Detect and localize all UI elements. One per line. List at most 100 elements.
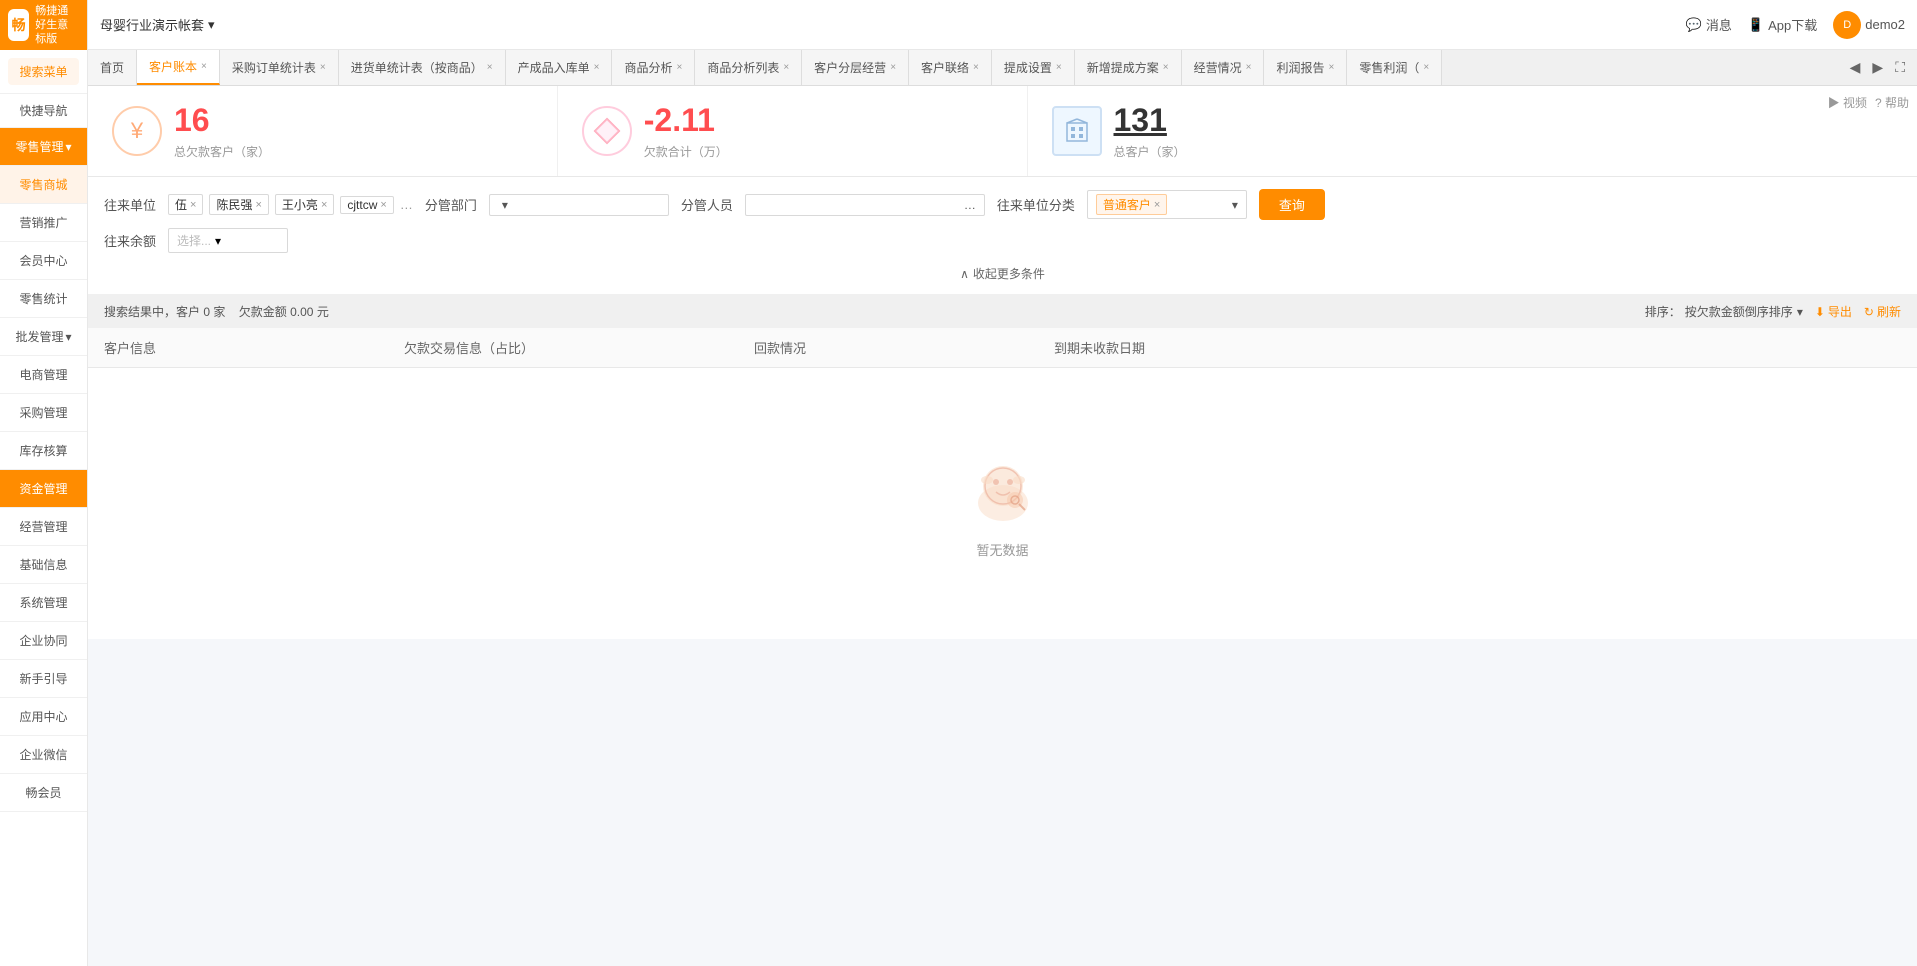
sidebar-item-capital[interactable]: 资金管理 <box>0 470 87 508</box>
account-name: 母婴行业演示帐套 <box>100 15 204 34</box>
tab-boost-settings[interactable]: 提成设置 × <box>992 50 1075 85</box>
message-button[interactable]: 💬 消息 <box>1686 15 1732 34</box>
stat-total-customers: 131 总客户（家） ▶ 视频 ? 帮助 <box>1028 86 1917 176</box>
unit-type-tag-close[interactable]: × <box>1154 199 1160 211</box>
stat-help: ▶ 视频 ? 帮助 <box>1828 94 1909 111</box>
tab-customer-accounts[interactable]: 客户账本 × <box>137 50 220 85</box>
tab-close-customer-seg[interactable]: × <box>890 62 896 73</box>
tab-close-purchase-order[interactable]: × <box>320 62 326 73</box>
export-button[interactable]: ⬇ 导出 <box>1815 303 1852 320</box>
sidebar-item-ecommerce[interactable]: 电商管理 <box>0 356 87 394</box>
unit-type-select[interactable]: 普通客户 × ▾ <box>1087 190 1247 219</box>
tab-customer-contact[interactable]: 客户联络 × <box>909 50 992 85</box>
sidebar-item-member[interactable]: 畅会员 <box>0 774 87 812</box>
tab-operations-status[interactable]: 经营情况 × <box>1182 50 1265 85</box>
refresh-button[interactable]: ↻ 刷新 <box>1864 303 1901 320</box>
sidebar-item-inventory[interactable]: 库存核算 <box>0 432 87 470</box>
chevron-down-icon: ▾ <box>502 198 508 212</box>
question-icon: ? <box>1875 96 1882 110</box>
col-customer-header: 客户信息 <box>104 338 404 357</box>
chevron-down-icon: ▾ <box>1797 305 1803 319</box>
stat-credit-customers: ¥ 16 总欠款客户（家） <box>88 86 558 176</box>
results-actions: 排序： 按欠款金额倒序排序 ▾ ⬇ 导出 ↻ 刷新 <box>1645 303 1901 320</box>
filter-tag-close-4[interactable]: × <box>380 199 386 211</box>
sidebar-item-retail-mall[interactable]: 零售商城 <box>0 166 87 204</box>
search-menu-button[interactable]: 搜索菜单 <box>8 58 79 85</box>
tab-close-new-boost[interactable]: × <box>1163 62 1169 73</box>
tab-scroll-right[interactable]: ▶ <box>1868 57 1887 78</box>
tab-close-profit[interactable]: × <box>1328 62 1334 73</box>
tab-customer-seg[interactable]: 客户分层经营 × <box>802 50 909 85</box>
credit-amount-label: 欠款合计（万） <box>644 143 728 160</box>
content-area: ¥ 16 总欠款客户（家） <box>88 86 1917 966</box>
tab-close-production[interactable]: × <box>594 62 600 73</box>
query-button[interactable]: 查询 <box>1259 189 1325 220</box>
video-help-link[interactable]: ▶ 视频 <box>1828 94 1867 111</box>
tab-close-boost-settings[interactable]: × <box>1056 62 1062 73</box>
tab-close-operations[interactable]: × <box>1246 62 1252 73</box>
tab-close-incoming[interactable]: × <box>487 62 493 73</box>
sidebar-item-member-center[interactable]: 会员中心 <box>0 242 87 280</box>
balance-select[interactable]: 选择... ▾ <box>168 228 288 253</box>
tab-incoming-stats[interactable]: 进货单统计表（按商品） × <box>339 50 506 85</box>
app-download-button[interactable]: 📱 App下载 <box>1748 15 1817 34</box>
filter-tag-3: 王小亮 × <box>275 194 334 215</box>
sidebar-logo: 畅 畅捷通好生意 标版 <box>0 0 87 50</box>
sidebar-item-enterprise-collab[interactable]: 企业协同 <box>0 622 87 660</box>
dept-filter-label: 分管部门 <box>425 195 477 214</box>
sidebar-item-operations[interactable]: 经营管理 <box>0 508 87 546</box>
topbar-right: 💬 消息 📱 App下载 D demo2 <box>1686 11 1905 39</box>
account-selector[interactable]: 母婴行业演示帐套 ▾ <box>100 15 215 34</box>
filter-tag-close-1[interactable]: × <box>190 199 196 211</box>
sidebar-item-marketing[interactable]: 营销推广 <box>0 204 87 242</box>
tab-close-retail-profit[interactable]: × <box>1423 62 1429 73</box>
collapse-button[interactable]: ∧ 收起更多条件 <box>960 265 1045 282</box>
sidebar-item-purchase[interactable]: 采购管理 <box>0 394 87 432</box>
sidebar-item-wholesale-mgmt[interactable]: 批发管理 ▾ <box>0 318 87 356</box>
sidebar-item-new-guide[interactable]: 新手引导 <box>0 660 87 698</box>
user-menu[interactable]: D demo2 <box>1833 11 1905 39</box>
tab-purchase-order-stats[interactable]: 采购订单统计表 × <box>220 50 339 85</box>
filter-tag-close-2[interactable]: × <box>255 199 261 211</box>
quick-nav-button[interactable]: 快捷导航 <box>0 94 87 128</box>
tab-product-analysis-list[interactable]: 商品分析列表 × <box>695 50 802 85</box>
tab-expand[interactable]: ⛶ <box>1891 57 1909 78</box>
logo-icon: 畅 <box>8 9 29 41</box>
sort-select[interactable]: 排序： 按欠款金额倒序排序 ▾ <box>1645 303 1803 320</box>
chevron-down-icon: ▾ <box>208 17 215 33</box>
sidebar-item-app-center[interactable]: 应用中心 <box>0 698 87 736</box>
tab-product-analysis[interactable]: 商品分析 × <box>612 50 695 85</box>
sidebar-item-retail-stats[interactable]: 零售统计 <box>0 280 87 318</box>
tab-close-customer-contact[interactable]: × <box>973 62 979 73</box>
sidebar-item-retail-mgmt[interactable]: 零售管理 ▾ <box>0 128 87 166</box>
help-link[interactable]: ? 帮助 <box>1875 94 1909 111</box>
message-icon: 💬 <box>1686 17 1702 33</box>
dept-select[interactable]: ▾ <box>489 194 669 216</box>
tabbar-actions: ◀ ▶ ⛶ <box>1838 57 1917 78</box>
balance-filter-label: 往来余额 <box>104 231 156 250</box>
tab-close-product-analysis[interactable]: × <box>676 62 682 73</box>
tab-scroll-left[interactable]: ◀ <box>1846 57 1865 78</box>
filter-tag-2: 陈民强 × <box>209 194 268 215</box>
avatar: D <box>1833 11 1861 39</box>
sidebar-search[interactable]: 搜索菜单 <box>0 50 87 94</box>
sidebar-item-system[interactable]: 系统管理 <box>0 584 87 622</box>
table-wrapper: 客户信息 欠款交易信息（占比） 回款情况 到期未收款日期 <box>88 328 1917 639</box>
tab-close-product-analysis-list[interactable]: × <box>783 62 789 73</box>
chevron-up-icon: ∧ <box>960 267 969 281</box>
filter-tag-more[interactable]: … <box>400 197 413 212</box>
sidebar-item-enterprise-wechat[interactable]: 企业微信 <box>0 736 87 774</box>
sidebar-item-basic-info[interactable]: 基础信息 <box>0 546 87 584</box>
tab-production-inbound[interactable]: 产成品入库单 × <box>506 50 613 85</box>
tab-new-boost-plan[interactable]: 新增提成方案 × <box>1075 50 1182 85</box>
filter-tag-close-3[interactable]: × <box>321 199 327 211</box>
chevron-down-icon: ▾ <box>215 234 221 248</box>
no-data-icon <box>963 448 1043 528</box>
person-input[interactable]: … <box>745 194 985 216</box>
tab-home[interactable]: 首页 <box>88 50 137 85</box>
tab-profit-report[interactable]: 利润报告 × <box>1264 50 1347 85</box>
unit-filter-label: 往来单位 <box>104 195 156 214</box>
tab-retail-profit[interactable]: 零售利润（ × <box>1347 50 1442 85</box>
tab-close-customer-accounts[interactable]: × <box>201 61 207 72</box>
chevron-down-icon: ▾ <box>65 140 71 154</box>
